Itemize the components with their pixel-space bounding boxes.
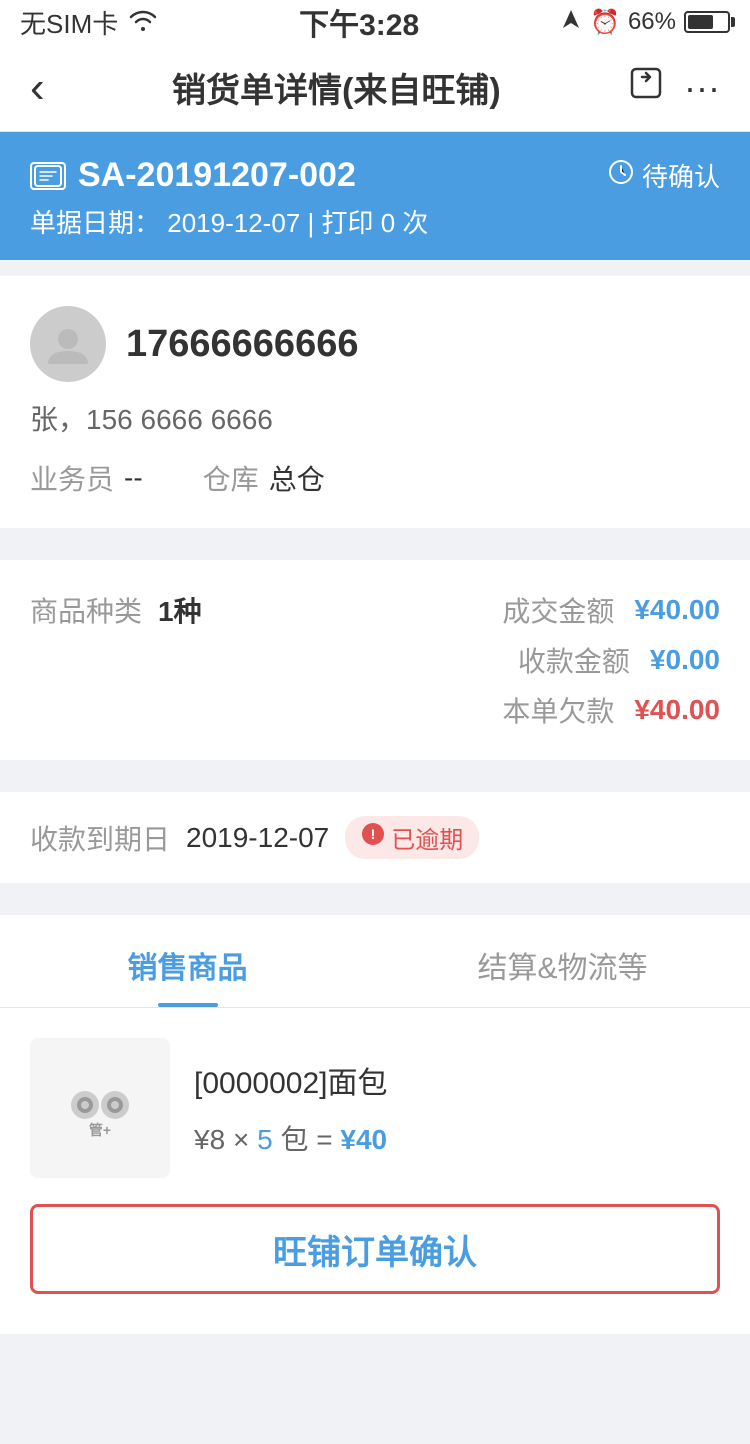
product-row: 管+ [0000002]面包 ¥8 × 5 包 = ¥40 <box>30 1038 720 1178</box>
nav-bar: ‹ 销货单详情(来自旺铺) ··· <box>0 44 750 132</box>
separator-4 <box>0 899 750 915</box>
status-text: 待确认 <box>642 157 720 194</box>
status-bar: 无SIM卡 下午3:28 ⏰ 66% <box>0 0 750 44</box>
customer-name: 张，156 6666 6666 <box>30 398 720 438</box>
customer-meta: 业务员 -- 仓库 总仓 <box>30 458 720 498</box>
receipt-row: 收款金额 ¥0.00 <box>518 640 720 680</box>
product-info: [0000002]面包 ¥8 × 5 包 = ¥40 <box>194 1058 720 1158</box>
salesperson-item: 业务员 -- <box>30 458 143 498</box>
overdue-text: 已逾期 <box>391 820 463 855</box>
receipt-value: ¥0.00 <box>650 644 720 676</box>
product-section: 管+ [0000002]面包 ¥8 × 5 包 = ¥40 <box>0 1008 750 1208</box>
tabs-section: 销售商品 结算&物流等 <box>0 915 750 1008</box>
product-name: [0000002]面包 <box>194 1058 720 1102</box>
due-label: 收款到期日 <box>30 818 170 858</box>
avatar <box>30 306 106 382</box>
page-title: 销货单详情(来自旺铺) <box>172 63 501 112</box>
customer-section: 17666666666 张，156 6666 6666 业务员 -- 仓库 总仓 <box>0 276 750 528</box>
product-total: ¥40 <box>340 1124 387 1155</box>
location-icon <box>560 8 582 37</box>
product-type-row: 商品种类 1种 <box>30 590 202 630</box>
product-thumbnail: 管+ <box>30 1038 170 1178</box>
warehouse-label: 仓库 <box>203 458 259 498</box>
receipt-label: 收款金额 <box>518 640 630 680</box>
wifi-icon <box>128 7 158 38</box>
overdue-badge: ! 已逾期 <box>345 816 479 859</box>
svg-text:管+: 管+ <box>89 1122 111 1138</box>
clock-icon <box>608 159 634 192</box>
back-button[interactable]: ‹ <box>30 63 45 113</box>
product-type-label: 商品种类 <box>30 590 142 630</box>
overdue-icon: ! <box>361 822 385 853</box>
transaction-label: 成交金额 <box>502 590 614 630</box>
debt-value: ¥40.00 <box>634 694 720 726</box>
status-bar-left: 无SIM卡 <box>20 4 158 41</box>
separator-2 <box>0 544 750 560</box>
separator-1 <box>0 260 750 276</box>
summary-left: 商品种类 1种 <box>30 590 202 630</box>
more-button[interactable]: ··· <box>684 67 720 109</box>
bottom-bar: 旺铺订单确认 <box>0 1184 750 1334</box>
product-type-value: 1种 <box>158 590 202 630</box>
carrier-text: 无SIM卡 <box>20 4 118 41</box>
salesperson-value: -- <box>124 462 143 494</box>
debt-row: 本单欠款 ¥40.00 <box>502 690 720 730</box>
warehouse-item: 仓库 总仓 <box>203 458 325 498</box>
customer-phone: 17666666666 <box>126 323 358 366</box>
order-status: 待确认 <box>608 157 720 194</box>
transaction-value: ¥40.00 <box>634 594 720 626</box>
order-id-row: SA-20191207-002 待确认 <box>30 156 720 195</box>
battery-icon <box>684 11 730 33</box>
nav-actions: ··· <box>628 65 720 110</box>
product-price: ¥8 × 5 包 = ¥40 <box>194 1118 720 1158</box>
status-bar-right: ⏰ 66% <box>560 8 730 37</box>
warehouse-value: 总仓 <box>269 458 325 498</box>
salesperson-label: 业务员 <box>30 458 114 498</box>
tab-products[interactable]: 销售商品 <box>0 915 375 1007</box>
debt-label: 本单欠款 <box>502 690 614 730</box>
transaction-row: 成交金额 ¥40.00 <box>502 590 720 630</box>
product-qty: 5 <box>257 1124 273 1155</box>
order-date: 单据日期： 2019-12-07 | 打印 0 次 <box>30 203 720 240</box>
tabs-row: 销售商品 结算&物流等 <box>0 915 750 1008</box>
order-id: SA-20191207-002 <box>30 156 356 195</box>
due-date: 2019-12-07 <box>186 822 329 854</box>
alarm-icon: ⏰ <box>590 8 620 37</box>
order-icon <box>30 162 66 190</box>
svg-text:!: ! <box>371 826 376 842</box>
battery-percent: 66% <box>628 8 676 36</box>
confirm-button[interactable]: 旺铺订单确认 <box>30 1204 720 1294</box>
share-button[interactable] <box>628 65 664 110</box>
tab-settlement[interactable]: 结算&物流等 <box>375 915 750 1007</box>
due-section: 收款到期日 2019-12-07 ! 已逾期 <box>0 792 750 883</box>
customer-row: 17666666666 <box>30 306 720 382</box>
order-header: SA-20191207-002 待确认 单据日期： 2019-12-07 | 打… <box>0 132 750 260</box>
status-bar-time: 下午3:28 <box>299 0 419 44</box>
summary-right: 成交金额 ¥40.00 收款金额 ¥0.00 本单欠款 ¥40.00 <box>502 590 720 730</box>
separator-3 <box>0 776 750 792</box>
summary-section: 商品种类 1种 成交金额 ¥40.00 收款金额 ¥0.00 本单欠款 ¥40.… <box>0 560 750 760</box>
